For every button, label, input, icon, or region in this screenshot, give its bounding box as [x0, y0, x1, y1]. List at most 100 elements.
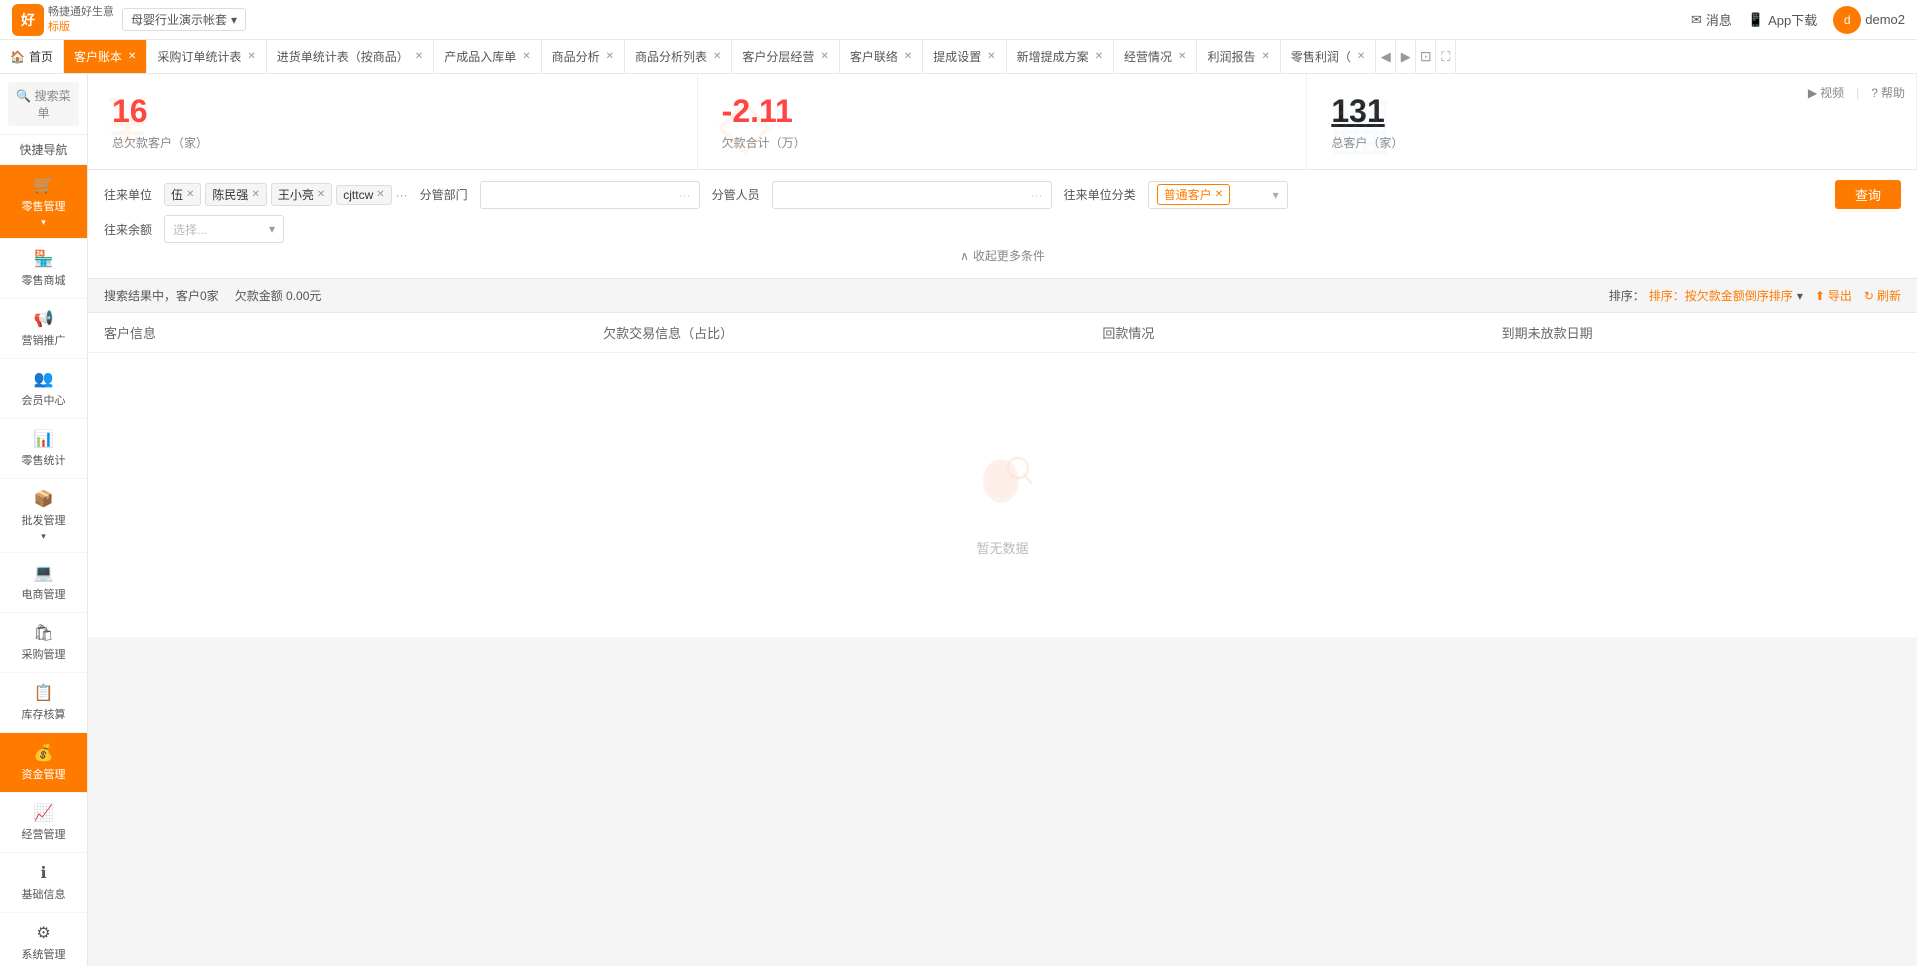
content-area: ¥ 16 总欠款客户（家） ◇ -2.11 欠款合计（万） ▦ 131 总客户（… — [88, 74, 1917, 966]
close-icon[interactable]: ✕ — [1261, 51, 1269, 62]
sidebar-item-member[interactable]: 👥 会员中心 — [0, 359, 87, 419]
nav-fullscreen-btn[interactable]: ⛶ — [1436, 40, 1456, 74]
home-icon: 🏠 — [10, 50, 25, 64]
sort-select[interactable]: 排序： 排序：按欠款金额倒序排序 ▾ — [1609, 287, 1803, 304]
tab-purchase-order[interactable]: 采购订单统计表 ✕ — [147, 40, 266, 74]
sidebar-item-wholesale[interactable]: 📦 批发管理 ▾ — [0, 479, 87, 553]
close-icon[interactable]: ✕ — [247, 51, 255, 62]
tab-product-in[interactable]: 产成品入库单 ✕ — [434, 40, 541, 74]
tab-customer-tier[interactable]: 客户分层经营 ✕ — [732, 40, 839, 74]
close-icon[interactable]: ✕ — [987, 51, 995, 62]
export-icon: ⬆ — [1815, 289, 1825, 303]
col-header-customer: 客户信息 — [104, 323, 603, 342]
tab-profit-report[interactable]: 利润报告 ✕ — [1197, 40, 1280, 74]
main-layout: 🔍 搜索菜单 零售管理 快捷导航 🛒 零售管理 ▾ 🏪 零售商城 📢 营销推广 … — [0, 74, 1917, 966]
dept-select[interactable]: ··· — [480, 181, 700, 209]
sidebar-item-business-mgmt[interactable]: 📈 经营管理 — [0, 793, 87, 853]
search-result-text: 搜索结果中，客户0家 — [104, 287, 219, 304]
filter-tag-chen: 陈民强 ✕ — [205, 183, 266, 206]
unit-category-label: 往来单位分类 — [1064, 186, 1136, 203]
close-icon[interactable]: ✕ — [522, 51, 530, 62]
inventory-icon: 📋 — [34, 683, 54, 703]
sidebar-item-purchase[interactable]: 🛍 采购管理 — [0, 613, 87, 673]
tab-customer-ledger[interactable]: 客户账本 ✕ — [64, 40, 147, 74]
close-icon[interactable]: ✕ — [1357, 51, 1365, 62]
nav-expand-arrow[interactable]: ⊡ — [1416, 40, 1436, 74]
empty-illustration — [963, 433, 1043, 528]
close-icon[interactable]: ✕ — [904, 51, 912, 62]
logo-text: 畅捷通好生意 标版 — [48, 5, 114, 34]
close-icon[interactable]: ✕ — [1095, 51, 1103, 62]
user-area[interactable]: d demo2 — [1833, 6, 1905, 34]
chevron-down-icon: ▾ — [269, 222, 275, 236]
avatar: d — [1833, 6, 1861, 34]
sidebar-item-retail-mgmt[interactable]: 🛒 零售管理 ▾ — [0, 165, 87, 239]
tag-close-cjttcw[interactable]: ✕ — [376, 189, 384, 200]
tab-home[interactable]: 🏠 首页 — [0, 40, 64, 74]
search-menu-btn[interactable]: 🔍 搜索菜单 — [8, 82, 79, 126]
sidebar-item-basic-info[interactable]: ℹ 基础信息 — [0, 853, 87, 913]
sidebar-search-area: 🔍 搜索菜单 — [0, 74, 87, 135]
video-help-area: ▶ 视频 | ? 帮助 — [1808, 84, 1905, 101]
play-icon: ▶ — [1808, 86, 1817, 100]
sidebar-item-retail-stat[interactable]: 📊 零售统计 — [0, 419, 87, 479]
unit-label: 往来单位 — [104, 186, 152, 203]
close-icon[interactable]: ✕ — [415, 51, 423, 62]
top-bar-left: 好 畅捷通好生意 标版 母婴行业演示帐套 ▾ — [12, 4, 246, 36]
query-button[interactable]: 查询 — [1835, 180, 1901, 209]
dept-expand-icon: ··· — [679, 188, 691, 202]
col-header-date: 到期未放款日期 — [1502, 323, 1901, 342]
business-icon: 📈 — [34, 803, 54, 823]
sidebar-item-inventory[interactable]: 📋 库存核算 — [0, 673, 87, 733]
top-bar-right: ✉ 消息 📱 App下载 d demo2 — [1691, 6, 1905, 34]
nav-prev-arrow[interactable]: ◀ — [1376, 40, 1396, 74]
sidebar-item-ecommerce[interactable]: 💻 电商管理 — [0, 553, 87, 613]
sidebar: 🔍 搜索菜单 零售管理 快捷导航 🛒 零售管理 ▾ 🏪 零售商城 📢 营销推广 … — [0, 74, 88, 966]
app-download-btn[interactable]: 📱 App下载 — [1748, 10, 1817, 29]
close-icon[interactable]: ✕ — [820, 51, 828, 62]
sidebar-item-system[interactable]: ⚙ 系统管理 — [0, 913, 87, 966]
help-btn[interactable]: ? 帮助 — [1871, 84, 1905, 101]
close-icon[interactable]: ✕ — [713, 51, 721, 62]
tab-goods-analysis[interactable]: 商品分析 ✕ — [542, 40, 625, 74]
close-icon[interactable]: ✕ — [128, 51, 136, 62]
category-tag-close[interactable]: ✕ — [1215, 189, 1223, 200]
staff-expand-icon: ··· — [1031, 188, 1043, 202]
system-icon: ⚙ — [36, 923, 50, 943]
search-icon: 🔍 — [16, 89, 31, 103]
nav-next-arrow[interactable]: ▶ — [1396, 40, 1416, 74]
tab-business-situation[interactable]: 经营情况 ✕ — [1114, 40, 1197, 74]
chevron-icon: ▾ — [41, 531, 46, 542]
amount-select[interactable]: 选择... ▾ — [164, 215, 284, 243]
video-btn[interactable]: ▶ 视频 — [1808, 84, 1844, 101]
sidebar-item-finance[interactable]: 💰 资金管理 — [0, 733, 87, 793]
refresh-btn[interactable]: ↻ 刷新 — [1864, 287, 1901, 304]
tag-close-wu[interactable]: ✕ — [186, 189, 194, 200]
tab-add-commission[interactable]: 新增提成方案 ✕ — [1007, 40, 1114, 74]
refresh-icon: ↻ — [1864, 289, 1874, 303]
purchase-icon: 🛍 — [33, 623, 53, 643]
tab-customer-contact[interactable]: 客户联络 ✕ — [840, 40, 923, 74]
account-selector[interactable]: 母婴行业演示帐套 ▾ — [122, 8, 246, 31]
message-btn[interactable]: ✉ 消息 — [1691, 10, 1732, 29]
sidebar-item-marketing[interactable]: 📢 营销推广 — [0, 299, 87, 359]
marketing-icon: 📢 — [34, 309, 54, 329]
logo-icon: 好 — [12, 4, 44, 36]
collapse-btn[interactable]: ∧ 收起更多条件 — [104, 243, 1901, 268]
tag-close-chen[interactable]: ✕ — [251, 189, 259, 200]
tab-goods-analysis-list[interactable]: 商品分析列表 ✕ — [625, 40, 732, 74]
staff-select[interactable]: ··· — [772, 181, 1052, 209]
filter-more-btn[interactable]: ··· — [396, 188, 408, 202]
chevron-down-icon: ▾ — [231, 13, 237, 27]
unit-category-select[interactable]: 普通客户 ✕ ▾ — [1148, 181, 1288, 209]
export-btn[interactable]: ⬆ 导出 — [1815, 287, 1852, 304]
tab-commission-setting[interactable]: 提成设置 ✕ — [923, 40, 1006, 74]
sidebar-item-retail-mall[interactable]: 🏪 零售商城 — [0, 239, 87, 299]
sidebar-item-quick-nav[interactable]: 零售管理 快捷导航 — [0, 135, 87, 165]
tab-goods-stat[interactable]: 进货单统计表（按商品） ✕ — [267, 40, 434, 74]
close-icon[interactable]: ✕ — [606, 51, 614, 62]
chevron-icon: ▾ — [41, 217, 46, 228]
tab-retail-profit[interactable]: 零售利润（ ✕ — [1281, 40, 1376, 74]
tag-close-wang[interactable]: ✕ — [317, 189, 325, 200]
close-icon[interactable]: ✕ — [1178, 51, 1186, 62]
